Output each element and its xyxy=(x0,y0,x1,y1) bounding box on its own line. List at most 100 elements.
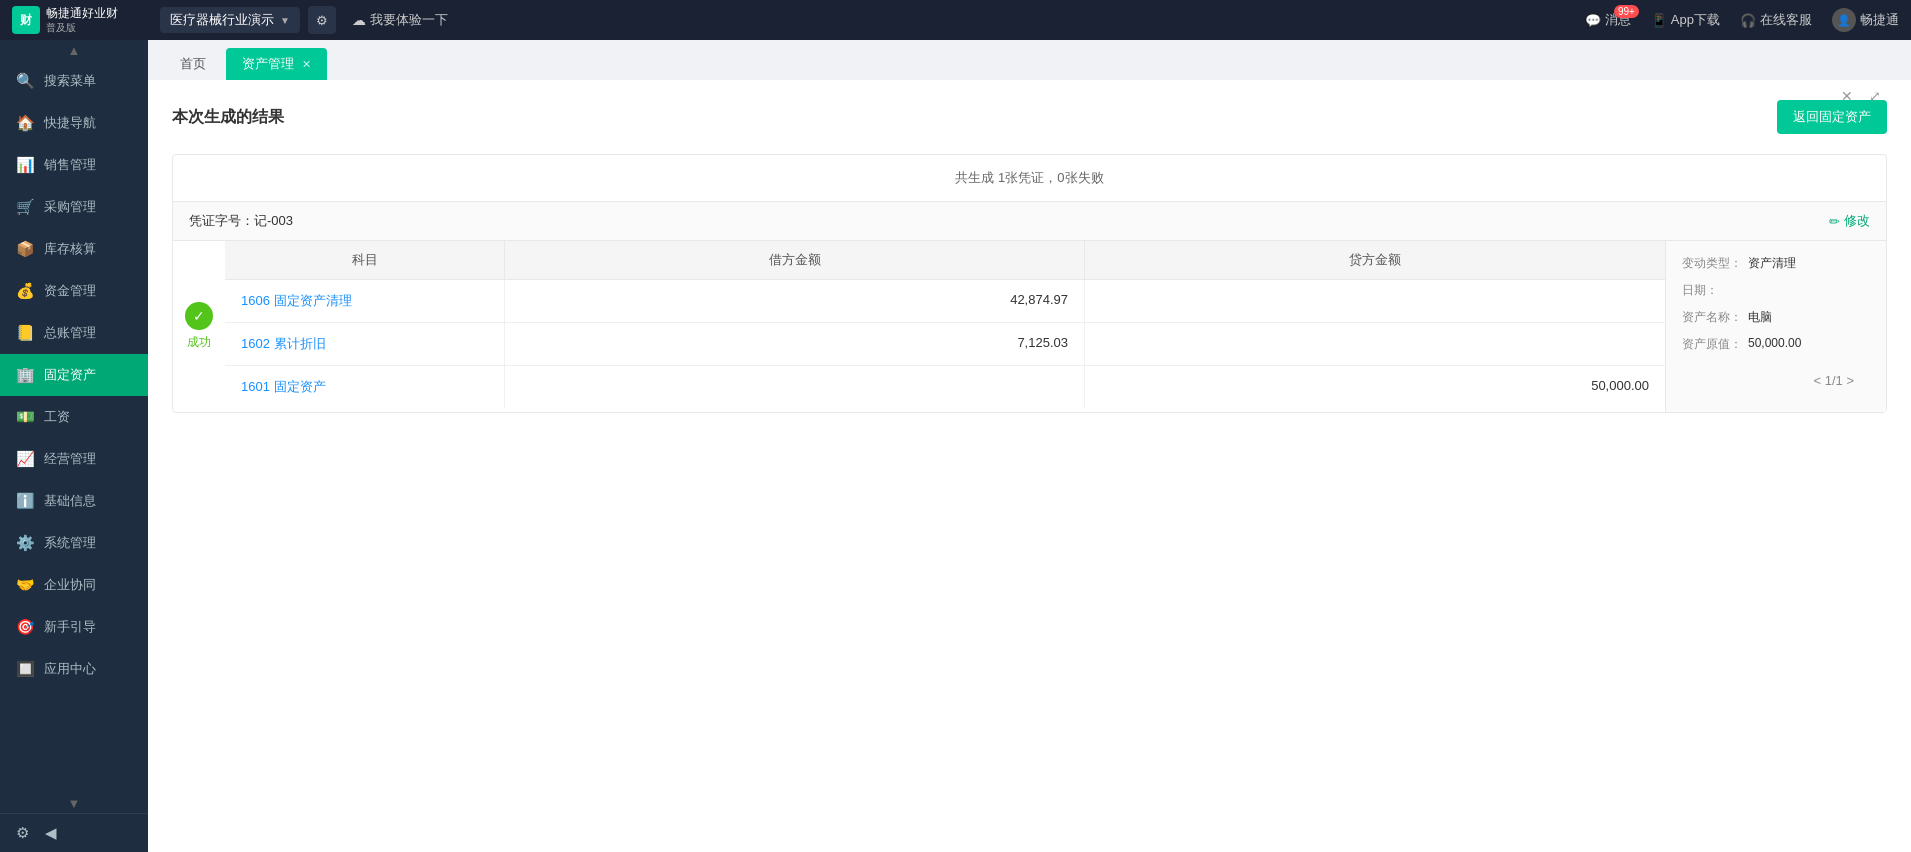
ledger-icon: 📒 xyxy=(16,324,34,342)
voucher-section: 凭证字号：记-003 ✏ 修改 ✓ 成功 xyxy=(173,202,1886,412)
subject-cell-3: 1601 固定资产 xyxy=(225,366,505,408)
sidebar-item-app-center[interactable]: 🔲 应用中心 xyxy=(0,648,148,690)
guide-icon: 🎯 xyxy=(16,618,34,636)
sidebar-scroll: 🔍 搜索菜单 🏠 快捷导航 📊 销售管理 🛒 采购管理 📦 库存核算 💰 xyxy=(0,60,148,793)
debit-cell-1: 42,874.97 xyxy=(505,280,1085,322)
sidebar-item-fixed-assets[interactable]: 🏢 固定资产 xyxy=(0,354,148,396)
sidebar-item-basic-info[interactable]: ℹ️ 基础信息 xyxy=(0,480,148,522)
pagination[interactable]: < 1/1 > xyxy=(1682,363,1870,398)
tab-bar: 首页 资产管理 ✕ xyxy=(148,40,1911,80)
sidebar-scroll-down[interactable]: ▼ xyxy=(0,793,148,813)
voucher-id: 凭证字号：记-003 xyxy=(189,212,293,230)
headset-icon: 🎧 xyxy=(1740,13,1756,28)
workspace-selector[interactable]: 医疗器械行业演示 ▼ xyxy=(160,7,300,33)
message-badge: 99+ xyxy=(1614,5,1639,18)
asset-name-label: 资产名称： xyxy=(1682,309,1742,326)
asset-name-value: 电脑 xyxy=(1748,309,1772,326)
page-content: ✕ ⤢ 本次生成的结果 返回固定资产 共生成 1张凭证，0张失败 凭证字号：记-… xyxy=(148,80,1911,852)
enterprise-icon: 🤝 xyxy=(16,576,34,594)
credit-cell-1 xyxy=(1085,280,1665,322)
result-area: 共生成 1张凭证，0张失败 凭证字号：记-003 ✏ 修改 xyxy=(172,154,1887,413)
sidebar-item-beginner[interactable]: 🎯 新手引导 xyxy=(0,606,148,648)
col-subject: 科目 xyxy=(225,241,505,279)
tab-home[interactable]: 首页 xyxy=(164,48,222,80)
search-icon: 🔍 xyxy=(16,72,34,90)
col-credit: 贷方金额 xyxy=(1085,241,1665,279)
gear-button[interactable]: ⚙ xyxy=(308,6,336,34)
collapse-icon[interactable]: ◀ xyxy=(45,824,57,842)
finance-icon: 💰 xyxy=(16,282,34,300)
download-icon: 📱 xyxy=(1651,13,1667,28)
payroll-icon: 💵 xyxy=(16,408,34,426)
subject-cell-1: 1606 固定资产清理 xyxy=(225,280,505,322)
asset-value-row: 资产原值： 50,000.00 xyxy=(1682,336,1870,353)
change-type-label: 变动类型： xyxy=(1682,255,1742,272)
voucher-header-bar: 凭证字号：记-003 ✏ 修改 xyxy=(173,202,1886,241)
voucher-body: ✓ 成功 科目 借方金额 贷方金额 160 xyxy=(173,241,1886,412)
detail-panel: 变动类型： 资产清理 日期： 资产名称： 电脑 xyxy=(1666,241,1886,412)
success-icon: ✓ xyxy=(185,302,213,330)
status-cell: ✓ 成功 xyxy=(173,241,225,412)
asset-value-label: 资产原值： xyxy=(1682,336,1742,353)
sidebar-item-payroll[interactable]: 💵 工资 xyxy=(0,396,148,438)
expand-panel-button[interactable]: ⤢ xyxy=(1863,84,1887,108)
page-title: 本次生成的结果 xyxy=(172,107,284,128)
building-icon: 🏢 xyxy=(16,366,34,384)
close-panel-button[interactable]: ✕ xyxy=(1835,84,1859,108)
main-layout: ▲ 🔍 搜索菜单 🏠 快捷导航 📊 销售管理 🛒 采购管理 📦 库存核算 xyxy=(0,40,1911,852)
sidebar-item-system[interactable]: ⚙️ 系统管理 xyxy=(0,522,148,564)
sidebar-item-purchase[interactable]: 🛒 采购管理 xyxy=(0,186,148,228)
sales-icon: 📊 xyxy=(16,156,34,174)
message-icon: 💬 xyxy=(1585,13,1601,28)
top-header: 财 畅捷通好业财 普及版 医疗器械行业演示 ▼ ⚙ ☁ 我要体验一下 💬 消息 … xyxy=(0,0,1911,40)
credit-cell-3: 50,000.00 xyxy=(1085,366,1665,408)
inventory-icon: 📦 xyxy=(16,240,34,258)
result-summary: 共生成 1张凭证，0张失败 xyxy=(173,155,1886,202)
sidebar-item-search[interactable]: 🔍 搜索菜单 xyxy=(0,60,148,102)
sidebar-item-inventory[interactable]: 📦 库存核算 xyxy=(0,228,148,270)
info-icon: ℹ️ xyxy=(16,492,34,510)
cloud-icon: ☁ xyxy=(352,12,366,28)
asset-value-value: 50,000.00 xyxy=(1748,336,1801,353)
settings-bottom-icon[interactable]: ⚙ xyxy=(16,824,29,842)
header-right: 💬 消息 99+ 📱 App下载 🎧 在线客服 👤 畅捷通 xyxy=(1585,8,1899,32)
col-debit: 借方金额 xyxy=(505,241,1085,279)
table-header: 科目 借方金额 贷方金额 xyxy=(225,241,1665,280)
user-profile[interactable]: 👤 畅捷通 xyxy=(1832,8,1899,32)
logo-text: 畅捷通好业财 普及版 xyxy=(46,6,118,35)
change-type-value: 资产清理 xyxy=(1748,255,1796,272)
chevron-down-icon: ▼ xyxy=(280,15,290,26)
edit-button[interactable]: ✏ 修改 xyxy=(1829,212,1870,230)
debit-cell-3 xyxy=(505,366,1085,408)
purchase-icon: 🛒 xyxy=(16,198,34,216)
credit-cell-2 xyxy=(1085,323,1665,365)
sidebar-item-ledger[interactable]: 📒 总账管理 xyxy=(0,312,148,354)
experience-button[interactable]: ☁ 我要体验一下 xyxy=(352,11,448,29)
sidebar-item-operations[interactable]: 📈 经营管理 xyxy=(0,438,148,480)
change-type-row: 变动类型： 资产清理 xyxy=(1682,255,1870,272)
tab-close-icon[interactable]: ✕ xyxy=(302,58,311,71)
page-header: 本次生成的结果 返回固定资产 xyxy=(172,100,1887,134)
sidebar-item-sales[interactable]: 📊 销售管理 xyxy=(0,144,148,186)
subject-cell-2: 1602 累计折旧 xyxy=(225,323,505,365)
app-download-button[interactable]: 📱 App下载 xyxy=(1651,11,1720,29)
logo-area: 财 畅捷通好业财 普及版 xyxy=(12,6,160,35)
avatar: 👤 xyxy=(1832,8,1856,32)
online-service-button[interactable]: 🎧 在线客服 xyxy=(1740,11,1812,29)
app-center-icon: 🔲 xyxy=(16,660,34,678)
sidebar-item-enterprise[interactable]: 🤝 企业协同 xyxy=(0,564,148,606)
tab-asset-management[interactable]: 资产管理 ✕ xyxy=(226,48,327,80)
sidebar-item-finance[interactable]: 💰 资金管理 xyxy=(0,270,148,312)
sidebar-scroll-up[interactable]: ▲ xyxy=(0,40,148,60)
logo-icon: 财 xyxy=(12,6,40,34)
table-row: 1606 固定资产清理 42,874.97 xyxy=(225,280,1665,323)
message-button[interactable]: 💬 消息 99+ xyxy=(1585,11,1631,29)
sidebar-bottom: ⚙ ◀ xyxy=(0,813,148,852)
edit-icon: ✏ xyxy=(1829,214,1840,229)
system-icon: ⚙️ xyxy=(16,534,34,552)
asset-name-row: 资产名称： 电脑 xyxy=(1682,309,1870,326)
table-row: 1601 固定资产 50,000.00 xyxy=(225,366,1665,408)
voucher-table: 科目 借方金额 贷方金额 1606 固定资产清理 42,874.97 xyxy=(225,241,1666,412)
date-row: 日期： xyxy=(1682,282,1870,299)
sidebar-item-quick-nav[interactable]: 🏠 快捷导航 xyxy=(0,102,148,144)
